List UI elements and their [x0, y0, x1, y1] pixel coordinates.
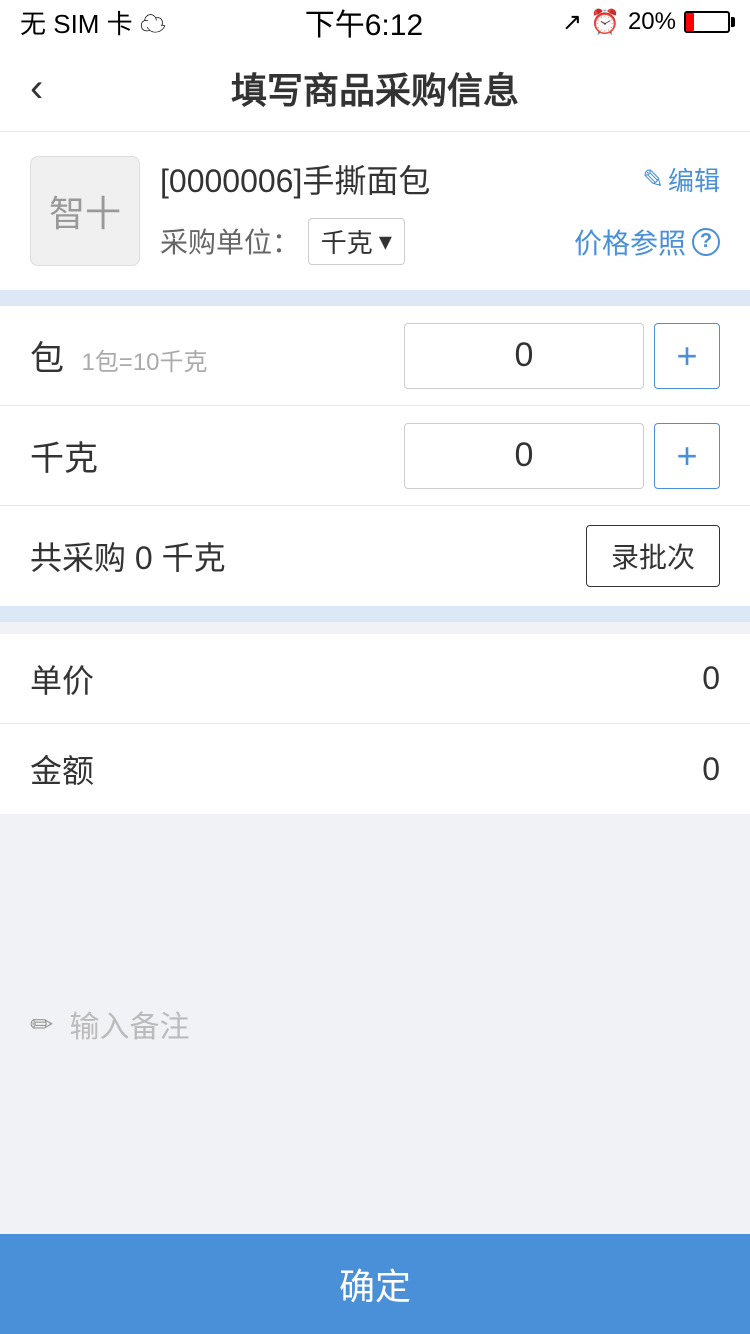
status-right: ↗ ⏰ 20% — [562, 8, 730, 37]
bag-plus-button[interactable]: + — [654, 323, 720, 389]
product-name: [0000006]手撕面包 — [160, 156, 430, 202]
total-row: 共采购 0 千克 录批次 — [0, 506, 750, 606]
bag-quantity-input[interactable] — [404, 323, 644, 389]
unit-price-value: 0 — [702, 660, 720, 697]
total-text: 共采购 0 千克 — [30, 533, 226, 579]
kg-input-row: 千克 + — [0, 406, 750, 506]
status-left: 无 SIM 卡 ☁ — [20, 4, 166, 41]
total-amount: 0 — [135, 540, 162, 576]
status-bar: 无 SIM 卡 ☁ 下午6:12 ↗ ⏰ 20% — [0, 0, 750, 44]
price-info-section: 单价 0 金额 0 — [0, 634, 750, 814]
page-title: 填写商品采购信息 — [231, 62, 519, 114]
dropdown-icon: ▾ — [379, 226, 392, 257]
record-batch-button[interactable]: 录批次 — [586, 525, 720, 587]
unit-value: 千克 — [321, 223, 373, 260]
unit-label: 采购单位： 千克 ▾ — [160, 218, 405, 265]
info-icon: ? — [692, 228, 720, 256]
alarm-icon: ⏰ — [590, 8, 620, 37]
battery-icon — [684, 11, 730, 33]
back-button[interactable]: ‹ — [30, 68, 43, 108]
pencil-icon: ✏ — [30, 1008, 53, 1041]
confirm-label: 确定 — [339, 1258, 411, 1310]
signal-icon: ↗ — [562, 8, 582, 37]
bag-sublabel: 1包=10千克 — [81, 349, 207, 376]
kg-label: 千克 — [30, 431, 190, 480]
price-ref-label: 价格参照 — [574, 222, 686, 262]
input-section: 包 1包=10千克 + 千克 + — [0, 306, 750, 506]
nav-bar: ‹ 填写商品采购信息 — [0, 44, 750, 132]
amount-value: 0 — [702, 751, 720, 788]
amount-label: 金额 — [30, 746, 94, 792]
bag-label: 包 1包=10千克 — [30, 331, 208, 380]
unit-price-label: 单价 — [30, 656, 94, 702]
unit-price-row: 单价 0 — [0, 634, 750, 724]
edit-label: 编辑 — [668, 161, 720, 198]
product-info: [0000006]手撕面包 ✎ 编辑 采购单位： 千克 ▾ 价格参照 ? — [160, 156, 720, 265]
price-ref-button[interactable]: 价格参照 ? — [574, 222, 720, 262]
kg-plus-button[interactable]: + — [654, 423, 720, 489]
section-divider-2 — [0, 606, 750, 622]
edit-icon: ✎ — [642, 164, 664, 195]
product-thumbnail: 智十 — [30, 156, 140, 266]
edit-button[interactable]: ✎ 编辑 — [642, 161, 720, 198]
amount-row: 金额 0 — [0, 724, 750, 814]
status-time: 下午6:12 — [305, 0, 423, 44]
product-logo-text: 智十 — [49, 185, 121, 237]
confirm-button[interactable]: 确定 — [0, 1234, 750, 1334]
remark-area[interactable]: ✏ 输入备注 — [0, 814, 750, 1234]
kg-quantity-input[interactable] — [404, 423, 644, 489]
bag-input-row: 包 1包=10千克 + — [0, 306, 750, 406]
battery-percent: 20% — [628, 8, 676, 36]
section-divider-1 — [0, 290, 750, 306]
remark-placeholder: 输入备注 — [69, 1002, 189, 1046]
unit-select[interactable]: 千克 ▾ — [308, 218, 405, 265]
product-card: 智十 [0000006]手撕面包 ✎ 编辑 采购单位： 千克 ▾ — [0, 132, 750, 290]
